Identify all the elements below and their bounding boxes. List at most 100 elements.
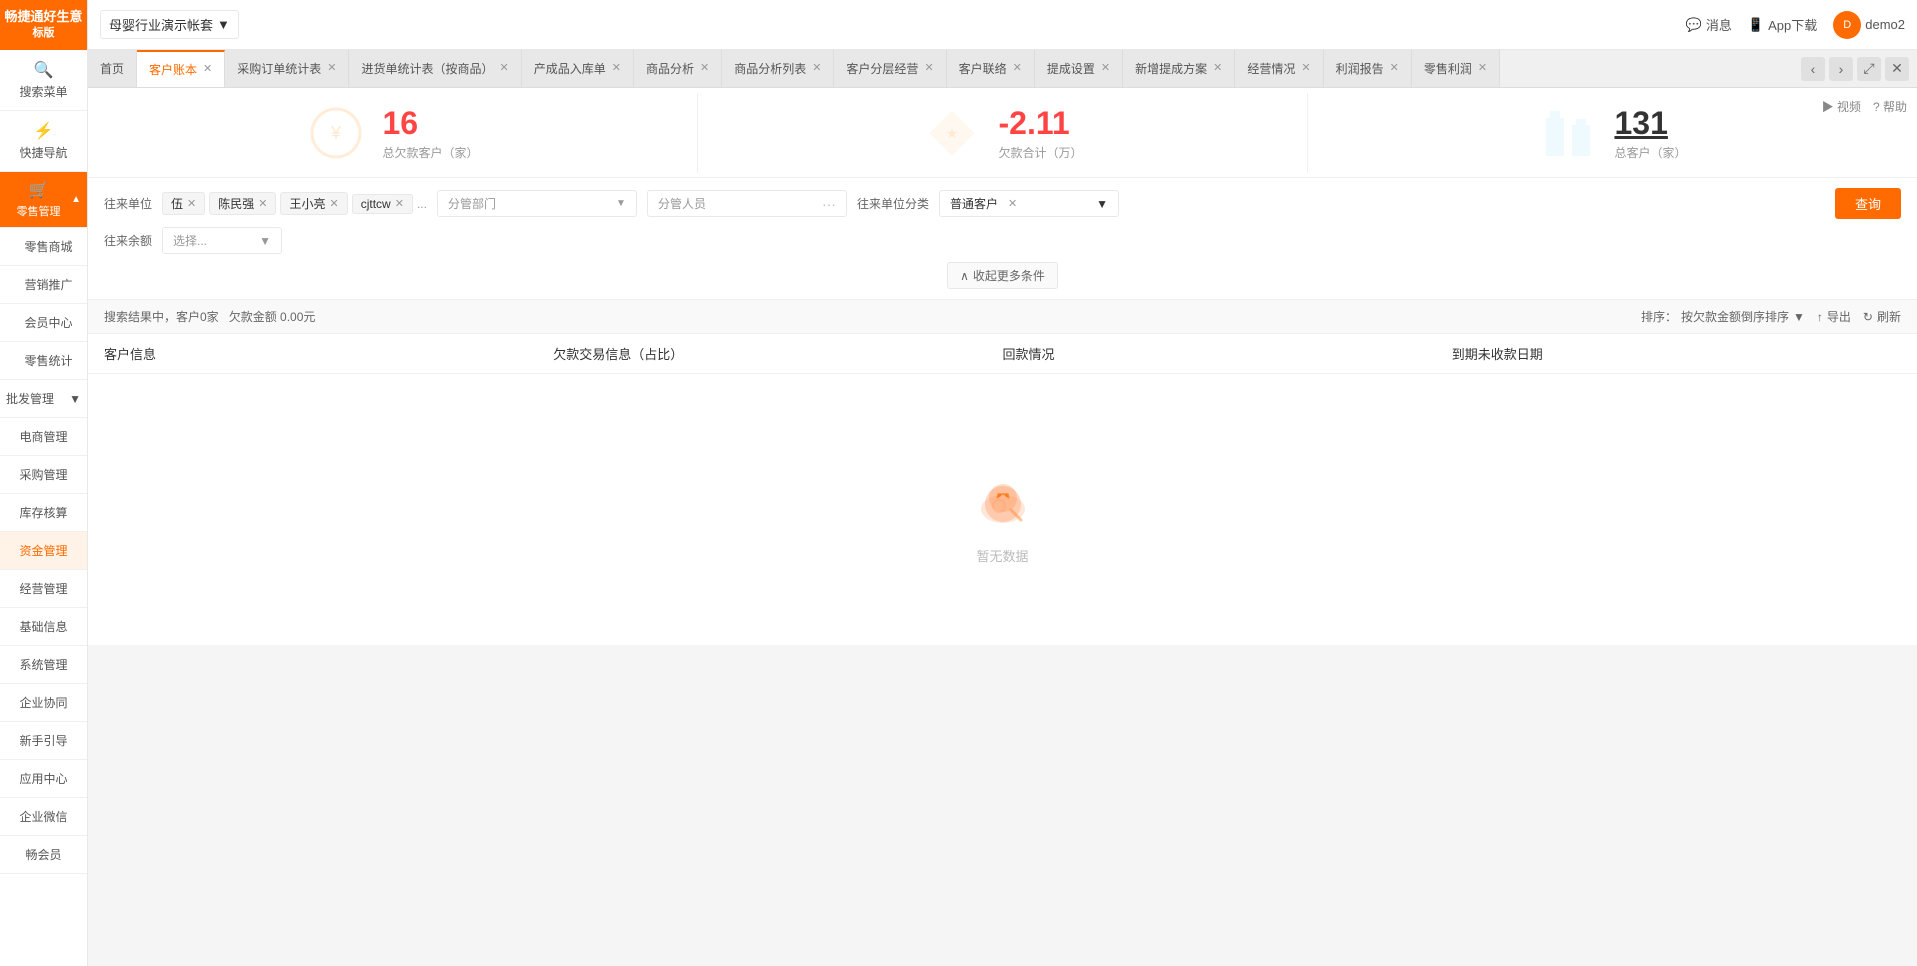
sidebar-item-search[interactable]: 🔍 搜索菜单 xyxy=(0,50,87,111)
svg-text:¥: ¥ xyxy=(330,123,342,143)
page-content: ¥ 16 总欠款客户（家） ★ -2.11 欠款合计 xyxy=(88,88,1917,966)
topbar: 母婴行业演示帐套 ▼ 💬 消息 📱 App下载 D demo2 xyxy=(88,0,1917,50)
stat-credit-amount-value: -2.11 xyxy=(998,104,1082,142)
tab-finished-goods-label: 产成品入库单 xyxy=(534,60,606,77)
account-dropdown[interactable]: 母婴行业演示帐套 ▼ xyxy=(100,10,239,39)
tab-new-commission[interactable]: 新增提成方案 ✕ xyxy=(1123,50,1235,87)
sidebar-item-wholesale-label: 批发管理 xyxy=(6,390,54,407)
tab-close-all-btn[interactable]: ✕ xyxy=(1885,57,1909,81)
branch-dept-select[interactable]: 分管部门 ▼ xyxy=(437,190,637,217)
sidebar-item-vip-member[interactable]: 畅会员 xyxy=(0,836,87,874)
export-label: 导出 xyxy=(1827,308,1851,325)
retail-icon: 🛒 xyxy=(29,180,49,200)
stat-total-customers-value: 131 xyxy=(1614,104,1686,142)
tab-customer-tier-close[interactable]: ✕ xyxy=(924,63,933,74)
stat-credit-customers: ¥ 16 总欠款客户（家） xyxy=(88,93,698,173)
sidebar-item-retail-stats[interactable]: 零售统计 xyxy=(0,342,87,380)
sidebar-item-cooperation[interactable]: 企业协同 xyxy=(0,684,87,722)
sidebar-item-app-center[interactable]: 应用中心 xyxy=(0,760,87,798)
sidebar-item-system[interactable]: 系统管理 xyxy=(0,646,87,684)
user-avatar-btn[interactable]: D demo2 xyxy=(1833,11,1905,39)
account-dropdown-icon: ▼ xyxy=(217,17,230,32)
tab-new-commission-close[interactable]: ✕ xyxy=(1213,63,1222,74)
filter-tag-wang-remove[interactable]: ✕ xyxy=(330,197,339,210)
sidebar-item-finance[interactable]: 资金管理 xyxy=(0,532,87,570)
tab-customer-contact[interactable]: 客户联络 ✕ xyxy=(947,50,1035,87)
sidebar-item-ecommerce-label: 电商管理 xyxy=(19,428,67,445)
tab-maximize-btn[interactable]: ⤢ xyxy=(1857,57,1881,81)
sidebar-item-system-label: 系统管理 xyxy=(19,656,67,673)
export-btn[interactable]: ↑ 导出 xyxy=(1817,308,1851,325)
sidebar-item-operations[interactable]: 经营管理 xyxy=(0,570,87,608)
tab-business[interactable]: 经营情况 ✕ xyxy=(1235,50,1323,87)
balance-select[interactable]: 选择... ▼ xyxy=(162,227,282,254)
filter-tag-wu-remove[interactable]: ✕ xyxy=(187,197,196,210)
tab-goods-stats[interactable]: 进货单统计表（按商品） ✕ xyxy=(349,50,521,87)
tab-goods-analysis-close[interactable]: ✕ xyxy=(700,63,709,74)
sidebar-item-quick-nav[interactable]: ⚡ 快捷导航 xyxy=(0,111,87,172)
sidebar-item-member[interactable]: 会员中心 xyxy=(0,304,87,342)
sidebar-item-newbie[interactable]: 新手引导 xyxy=(0,722,87,760)
tab-finished-goods[interactable]: 产成品入库单 ✕ xyxy=(522,50,634,87)
search-button[interactable]: 查询 xyxy=(1835,188,1901,219)
filter-tag-wu[interactable]: 伍 ✕ xyxy=(162,192,205,215)
sidebar-item-wechat[interactable]: 企业微信 xyxy=(0,798,87,836)
filter-tag-chen[interactable]: 陈民强 ✕ xyxy=(209,192,276,215)
tab-business-label: 经营情况 xyxy=(1247,60,1295,77)
tab-retail-profit-close[interactable]: ✕ xyxy=(1478,63,1487,74)
tab-home[interactable]: 首页 xyxy=(88,50,137,87)
sort-select[interactable]: 排序： 按欠款金额倒序排序 ▼ xyxy=(1641,308,1805,325)
tab-goods-list-label: 商品分析列表 xyxy=(734,60,806,77)
tab-business-close[interactable]: ✕ xyxy=(1301,63,1310,74)
filter-tag-cjttcw[interactable]: cjttcw ✕ xyxy=(352,194,413,214)
branch-person-select[interactable]: 分管人员 ··· xyxy=(647,190,847,217)
sidebar-item-purchase[interactable]: 采购管理 xyxy=(0,456,87,494)
tab-goods-list-close[interactable]: ✕ xyxy=(812,63,821,74)
stat-building-icon xyxy=(1538,103,1598,163)
sidebar-item-inventory[interactable]: 库存核算 xyxy=(0,494,87,532)
sidebar-item-retail-mall[interactable]: 零售商城 xyxy=(0,228,87,266)
tab-goods-analysis-label: 商品分析 xyxy=(646,60,694,77)
table-col-credit-info: 欠款交易信息（占比） xyxy=(553,344,1002,363)
help-doc-btn[interactable]: ? 帮助 xyxy=(1873,98,1907,115)
unit-category-select[interactable]: 普通客户 ✕ ▼ xyxy=(939,190,1119,217)
tab-commission-settings[interactable]: 提成设置 ✕ xyxy=(1035,50,1123,87)
sidebar-item-basic-info[interactable]: 基础信息 xyxy=(0,608,87,646)
refresh-btn[interactable]: ↻ 刷新 xyxy=(1863,308,1901,325)
tab-profit-report[interactable]: 利润报告 ✕ xyxy=(1324,50,1412,87)
tab-profit-report-close[interactable]: ✕ xyxy=(1390,63,1399,74)
tab-purchase-order-close[interactable]: ✕ xyxy=(327,63,336,74)
app-download-btn[interactable]: 📱 App下载 xyxy=(1748,15,1817,34)
sidebar-item-retail[interactable]: 🛒 零售管理 ▲ xyxy=(0,172,87,228)
tab-goods-analysis[interactable]: 商品分析 ✕ xyxy=(634,50,722,87)
tab-retail-profit[interactable]: 零售利润 ✕ xyxy=(1412,50,1500,87)
help-video-btn[interactable]: ▶ 视频 xyxy=(1822,98,1861,115)
tab-next-btn[interactable]: › xyxy=(1829,57,1853,81)
account-label: 母婴行业演示帐套 xyxy=(109,15,213,34)
filter-more-btn[interactable]: ... xyxy=(417,197,427,211)
filter-tag-cjttcw-remove[interactable]: ✕ xyxy=(395,197,404,210)
sidebar-item-wholesale[interactable]: 批发管理 ▼ xyxy=(0,380,87,418)
results-actions: 排序： 按欠款金额倒序排序 ▼ ↑ 导出 ↻ 刷新 xyxy=(1641,308,1901,325)
tab-customer-ledger-close[interactable]: ✕ xyxy=(203,64,212,75)
tab-customer-ledger[interactable]: 客户账本 ✕ xyxy=(137,50,225,87)
tab-goods-list[interactable]: 商品分析列表 ✕ xyxy=(722,50,834,87)
tab-finished-goods-close[interactable]: ✕ xyxy=(612,63,621,74)
filter-tag-chen-remove[interactable]: ✕ xyxy=(258,197,267,210)
tab-goods-stats-close[interactable]: ✕ xyxy=(500,63,509,74)
tab-commission-settings-close[interactable]: ✕ xyxy=(1101,63,1110,74)
filter-tags: 伍 ✕ 陈民强 ✕ 王小亮 ✕ cjttcw ✕ ... xyxy=(162,192,427,215)
sidebar-item-marketing[interactable]: 营销推广 xyxy=(0,266,87,304)
app-download-label: App下载 xyxy=(1768,15,1817,34)
filter-tag-wang[interactable]: 王小亮 ✕ xyxy=(280,192,347,215)
tab-customer-contact-close[interactable]: ✕ xyxy=(1013,63,1022,74)
sidebar-item-basic-info-label: 基础信息 xyxy=(19,618,67,635)
sidebar-item-finance-label: 资金管理 xyxy=(19,542,67,559)
tab-purchase-order[interactable]: 采购订单统计表 ✕ xyxy=(225,50,349,87)
collapse-btn[interactable]: ∧ 收起更多条件 xyxy=(947,262,1058,289)
tab-prev-btn[interactable]: ‹ xyxy=(1801,57,1825,81)
sidebar-item-ecommerce[interactable]: 电商管理 xyxy=(0,418,87,456)
unit-category-clear[interactable]: ✕ xyxy=(1008,197,1017,210)
message-btn[interactable]: 💬 消息 xyxy=(1686,15,1732,34)
tab-customer-tier[interactable]: 客户分层经营 ✕ xyxy=(834,50,946,87)
